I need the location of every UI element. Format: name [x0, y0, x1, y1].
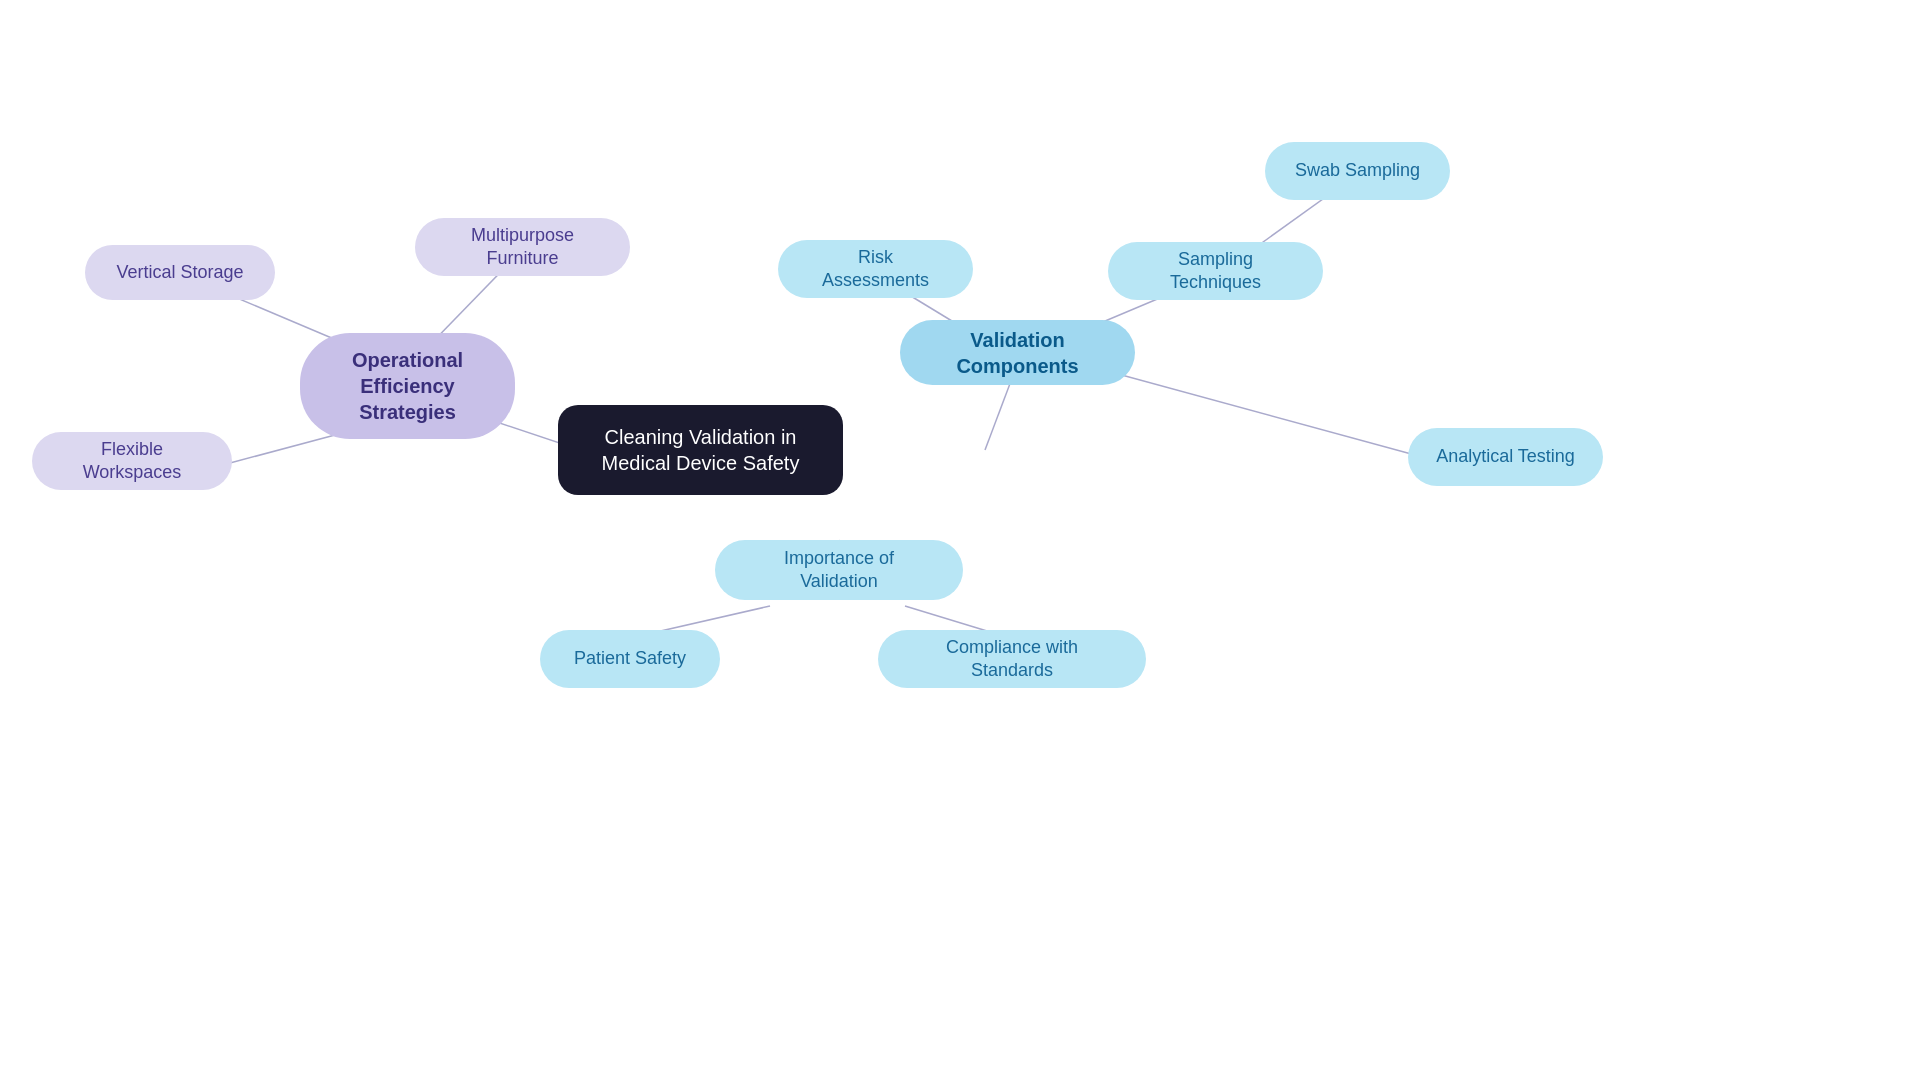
svg-line-8 — [1085, 365, 1415, 455]
center-node: Cleaning Validation in Medical Device Sa… — [558, 405, 843, 495]
swab-sampling-node: Swab Sampling — [1265, 142, 1450, 200]
operational-efficiency-node: Operational Efficiency Strategies — [300, 333, 515, 439]
analytical-testing-node: Analytical Testing — [1408, 428, 1603, 486]
patient-safety-node: Patient Safety — [540, 630, 720, 688]
svg-line-3 — [230, 435, 335, 463]
compliance-with-standards-node: Compliance with Standards — [878, 630, 1146, 688]
flexible-workspaces-node: Flexible Workspaces — [32, 432, 232, 490]
risk-assessments-node: Risk Assessments — [778, 240, 973, 298]
sampling-techniques-node: Sampling Techniques — [1108, 242, 1323, 300]
validation-components-node: Validation Components — [900, 320, 1135, 385]
vertical-storage-node: Vertical Storage — [85, 245, 275, 300]
multipurpose-furniture-node: Multipurpose Furniture — [415, 218, 630, 276]
importance-of-validation-node: Importance of Validation — [715, 540, 963, 600]
